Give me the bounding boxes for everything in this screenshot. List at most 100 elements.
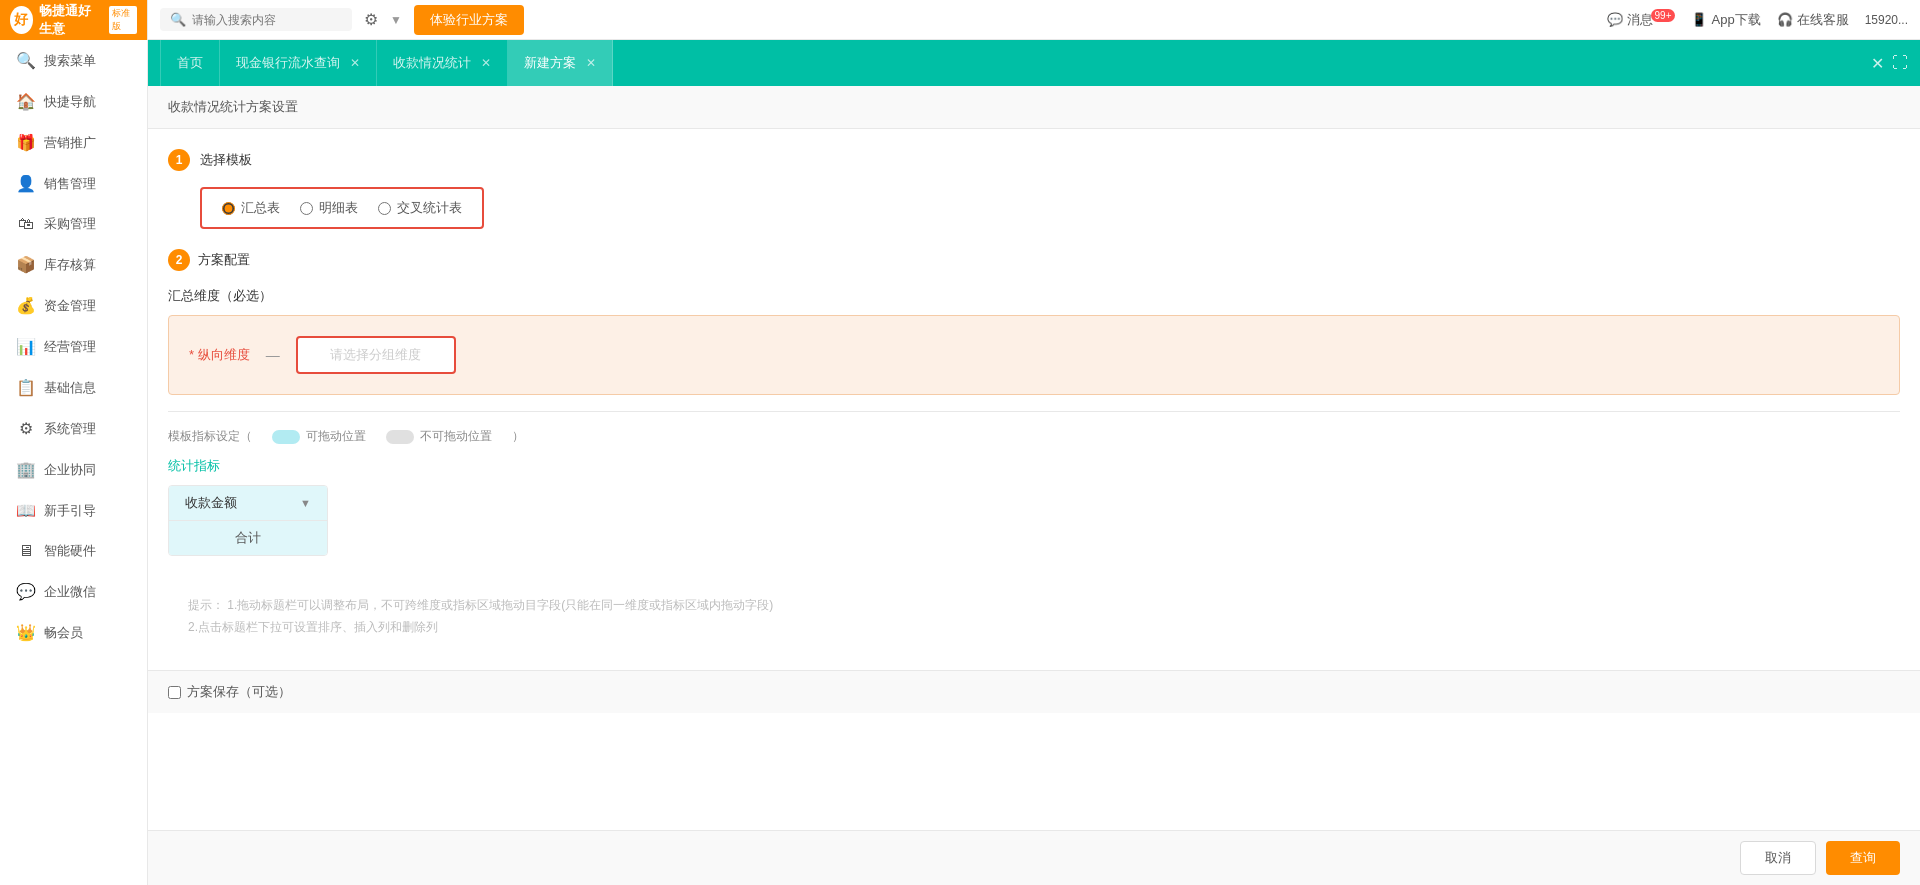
chat-icon: 💬 [16, 582, 36, 601]
draggable-indicator [272, 430, 300, 444]
topbar-right: 💬 消息 99+ 📱 App下载 🎧 在线客服 15920... [1607, 11, 1908, 29]
sidebar-item-search-menu[interactable]: 🔍 搜索菜单 [0, 40, 147, 81]
sidebar-item-label: 资金管理 [44, 297, 96, 315]
tab-collection-stats[interactable]: 收款情况统计 ✕ [377, 40, 508, 86]
sidebar-item-label: 企业微信 [44, 583, 96, 601]
column-header-label: 收款金额 [185, 494, 237, 512]
topbar-search-box[interactable]: 🔍 [160, 8, 352, 31]
step1-label: 1 选择模板 [168, 149, 1900, 171]
query-button[interactable]: 查询 [1826, 841, 1900, 875]
page-title: 收款情况统计方案设置 [148, 86, 1920, 129]
draggable-legend: 可拖动位置 [272, 428, 366, 445]
radio-cross-label: 交叉统计表 [397, 199, 462, 217]
metrics-legend: 模板指标设定（ 可拖动位置 不可拖动位置 ） [168, 428, 1900, 445]
monitor-icon: 🖥 [16, 542, 36, 560]
save-option[interactable]: 方案保存（可选） [168, 683, 291, 701]
radio-cross[interactable]: 交叉统计表 [378, 199, 462, 217]
crown-icon: 👑 [16, 623, 36, 642]
user-icon: 👤 [16, 174, 36, 193]
tips-prefix: 提示： [188, 598, 224, 612]
notification-label: 消息 [1627, 11, 1653, 29]
radio-detail[interactable]: 明细表 [300, 199, 358, 217]
tab-bank-flow-close[interactable]: ✕ [350, 56, 360, 70]
sidebar-item-finance[interactable]: 💰 资金管理 [0, 285, 147, 326]
sidebar-item-label: 新手引导 [44, 502, 96, 520]
logo-text: 畅捷通好生意 [39, 2, 103, 38]
metrics-table-row: 合计 [169, 521, 327, 555]
service-icon: 🎧 [1777, 12, 1793, 27]
search-menu-icon: 🔍 [16, 51, 36, 70]
gift-icon: 🎁 [16, 133, 36, 152]
dimension-area: * 纵向维度 — 请选择分组维度 [168, 315, 1900, 395]
tab-collection-stats-close[interactable]: ✕ [481, 56, 491, 70]
sidebar-item-label: 系统管理 [44, 420, 96, 438]
cancel-button[interactable]: 取消 [1740, 841, 1816, 875]
sidebar-item-label: 营销推广 [44, 134, 96, 152]
sidebar-item-purchase[interactable]: 🛍 采购管理 [0, 204, 147, 244]
sidebar-item-label: 智能硬件 [44, 542, 96, 560]
metrics-table-header[interactable]: 收款金额 ▼ [169, 486, 327, 521]
gear-icon: ⚙ [16, 419, 36, 438]
save-label: 方案保存（可选） [187, 683, 291, 701]
fixed-label: 不可拖动位置 [420, 428, 492, 445]
sidebar-item-quick-nav[interactable]: 🏠 快捷导航 [0, 81, 147, 122]
tip2: 2.点击标题栏下拉可设置排序、插入列和删除列 [188, 617, 1880, 639]
industry-btn[interactable]: 体验行业方案 [414, 5, 524, 35]
dimension-section: 汇总维度（必选） * 纵向维度 — 请选择分组维度 [168, 287, 1900, 395]
sidebar-nav: 🔍 搜索菜单 🏠 快捷导航 🎁 营销推广 👤 销售管理 🛍 采购管理 📦 库存核… [0, 40, 147, 885]
sidebar-item-system[interactable]: ⚙ 系统管理 [0, 408, 147, 449]
sidebar-item-hardware[interactable]: 🖥 智能硬件 [0, 531, 147, 571]
main-area: 🔍 ⚙ ▼ 体验行业方案 💬 消息 99+ 📱 App下载 🎧 在线客服 159… [148, 0, 1920, 885]
tab-home[interactable]: 首页 [160, 40, 220, 86]
notification-badge: 99+ [1651, 9, 1676, 22]
sidebar: 好 畅捷通好生意 标准版 🔍 搜索菜单 🏠 快捷导航 🎁 营销推广 👤 销售管理… [0, 0, 148, 885]
money-icon: 💰 [16, 296, 36, 315]
logo-badge: 标准版 [109, 6, 137, 34]
sidebar-item-marketing[interactable]: 🎁 营销推广 [0, 122, 147, 163]
column-dropdown-arrow[interactable]: ▼ [300, 497, 311, 509]
tab-bank-flow-label: 现金银行流水查询 [236, 54, 340, 72]
search-icon: 🔍 [170, 12, 186, 27]
sidebar-item-sales[interactable]: 👤 销售管理 [0, 163, 147, 204]
step1-section: 1 选择模板 汇总表 明细表 交叉统计表 [148, 129, 1920, 249]
dimension-title: 汇总维度（必选） [168, 287, 1900, 305]
sidebar-item-label: 库存核算 [44, 256, 96, 274]
sidebar-item-enterprise[interactable]: 🏢 企业协同 [0, 449, 147, 490]
sidebar-item-label: 搜索菜单 [44, 52, 96, 70]
sidebar-item-label: 基础信息 [44, 379, 96, 397]
tab-bank-flow[interactable]: 现金银行流水查询 ✕ [220, 40, 377, 86]
dimension-placeholder[interactable]: 请选择分组维度 [296, 336, 456, 374]
radio-summary-input[interactable] [222, 202, 235, 215]
sidebar-item-member[interactable]: 👑 畅会员 [0, 612, 147, 653]
tab-new-plan[interactable]: 新建方案 ✕ [508, 40, 613, 86]
app-download-item[interactable]: 📱 App下载 [1691, 11, 1760, 29]
settings-icon[interactable]: ⚙ [364, 10, 378, 29]
sidebar-item-inventory[interactable]: 📦 库存核算 [0, 244, 147, 285]
save-checkbox[interactable] [168, 686, 181, 699]
radio-detail-label: 明细表 [319, 199, 358, 217]
metrics-table: 收款金额 ▼ 合计 [168, 485, 328, 556]
tab-new-plan-close[interactable]: ✕ [586, 56, 596, 70]
radio-summary[interactable]: 汇总表 [222, 199, 280, 217]
sidebar-item-label: 采购管理 [44, 215, 96, 233]
radio-cross-input[interactable] [378, 202, 391, 215]
radio-detail-input[interactable] [300, 202, 313, 215]
tabbar: 首页 现金银行流水查询 ✕ 收款情况统计 ✕ 新建方案 ✕ ✕ ⛶ [148, 40, 1920, 86]
step2-num: 2 [168, 249, 190, 271]
sidebar-item-label: 快捷导航 [44, 93, 96, 111]
dropdown-arrow-icon[interactable]: ▼ [390, 13, 402, 27]
sidebar-item-operations[interactable]: 📊 经营管理 [0, 326, 147, 367]
tab-expand-icon[interactable]: ⛶ [1892, 54, 1908, 73]
online-service-item[interactable]: 🎧 在线客服 [1777, 11, 1849, 29]
content-area: 收款情况统计方案设置 1 选择模板 汇总表 明细表 [148, 86, 1920, 885]
sidebar-item-guide[interactable]: 📖 新手引导 [0, 490, 147, 531]
tab-close-all-icon[interactable]: ✕ [1871, 54, 1884, 73]
chart-icon: 📊 [16, 337, 36, 356]
search-input[interactable] [192, 13, 342, 27]
step1-num: 1 [168, 149, 190, 171]
notification-item[interactable]: 💬 消息 99+ [1607, 11, 1676, 29]
dimension-arrow-icon: — [266, 347, 280, 363]
vertical-dimension-label: * 纵向维度 [189, 346, 250, 364]
sidebar-item-basic-info[interactable]: 📋 基础信息 [0, 367, 147, 408]
sidebar-item-wechat[interactable]: 💬 企业微信 [0, 571, 147, 612]
